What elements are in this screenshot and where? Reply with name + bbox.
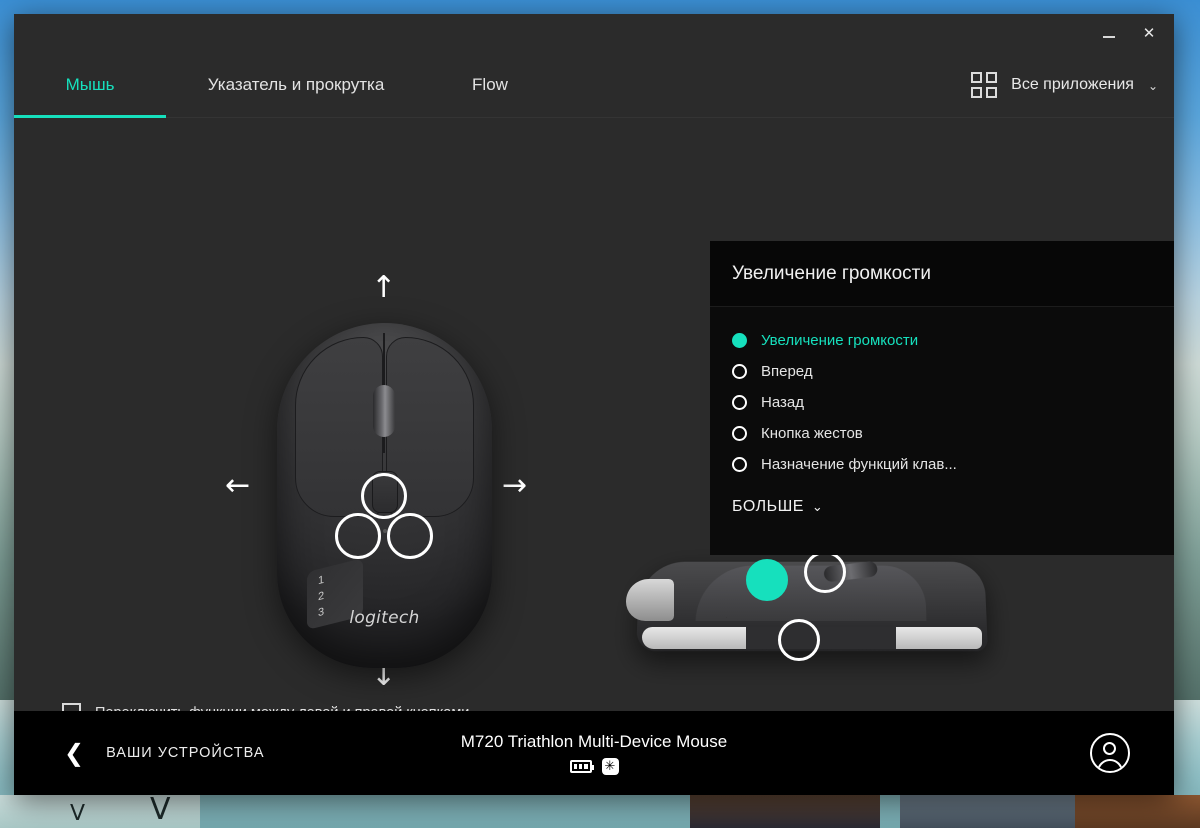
- mouse-side-base-dark: [746, 627, 896, 649]
- mouse-side-view: [626, 543, 996, 668]
- title-bar: ✕: [14, 14, 1174, 52]
- option-label: Вперед: [761, 363, 813, 380]
- assignment-panel: Увеличение громкости Увеличение громкост…: [710, 241, 1174, 555]
- radio-icon: [732, 395, 747, 410]
- chevron-down-icon: ⌄: [1147, 79, 1158, 93]
- all-applications-label: Все приложения: [1011, 76, 1134, 93]
- account-avatar-icon[interactable]: [1090, 733, 1130, 773]
- your-devices-back-link[interactable]: ❮ ВАШИ УСТРОЙСТВА: [64, 741, 265, 765]
- option-label: Назначение функций клав...: [761, 456, 957, 473]
- logitech-options-window: ✕ Мышь Указатель и прокрутка Flow Все пр…: [14, 14, 1174, 795]
- mouse-side-nose: [626, 579, 674, 621]
- avatar-body: [1097, 759, 1123, 771]
- channel-number-1: 1: [318, 573, 325, 588]
- option-label: Назад: [761, 394, 804, 411]
- chevron-down-icon: ⌄: [811, 499, 824, 514]
- radio-icon: [732, 333, 747, 348]
- marker-left-tilt-button[interactable]: [335, 513, 381, 559]
- tab-flow[interactable]: Flow: [426, 52, 554, 118]
- wallpaper-rock-1: [690, 795, 880, 828]
- tab-bar: Мышь Указатель и прокрутка Flow Все прил…: [14, 52, 1174, 118]
- marker-right-tilt-button[interactable]: [387, 513, 433, 559]
- option-label: Увеличение громкости: [761, 332, 919, 349]
- radio-icon: [732, 426, 747, 441]
- tab-flow-label: Flow: [472, 75, 508, 94]
- wallpaper-rock-2: [900, 795, 1080, 828]
- close-button[interactable]: ✕: [1132, 18, 1166, 48]
- marker-volume-up-button[interactable]: [746, 559, 788, 601]
- tab-pointer-scroll-label: Указатель и прокрутка: [207, 75, 385, 94]
- arrow-left-icon: ←: [225, 468, 251, 503]
- swap-buttons-row[interactable]: Переключить функции между левой и правой…: [62, 703, 469, 711]
- arrow-up-icon: ↑: [371, 270, 397, 305]
- wallpaper-bird-2: ᐯ: [150, 793, 171, 826]
- mouse-scroll-wheel-shape: [373, 385, 395, 437]
- panel-options-list: Увеличение громкости Вперед Назад Кнопка…: [710, 307, 1174, 516]
- battery-icon: [569, 759, 594, 773]
- minimize-button[interactable]: [1092, 18, 1126, 48]
- footer-bar: ❮ ВАШИ УСТРОЙСТВА M720 Triathlon Multi-D…: [14, 711, 1174, 795]
- tab-list: Мышь Указатель и прокрутка Flow: [14, 52, 554, 118]
- avatar-head: [1103, 742, 1116, 755]
- main-content: ↑ ↓ ← → 1 2 3 logitech Увеличение громко…: [14, 118, 1174, 711]
- grid-icon: [971, 72, 998, 98]
- channel-number-2: 2: [318, 589, 325, 604]
- panel-more-label: БОЛЬШЕ: [732, 498, 804, 515]
- tab-pointer-scroll[interactable]: Указатель и прокрутка: [166, 52, 426, 118]
- chevron-left-icon: ❮: [64, 739, 85, 767]
- wallpaper-shore: [0, 795, 200, 828]
- panel-title: Увеличение громкости: [710, 241, 1174, 307]
- marker-gesture-button[interactable]: [804, 551, 846, 593]
- marker-thumb-button[interactable]: [778, 619, 820, 661]
- all-applications-selector[interactable]: Все приложения ⌄: [971, 72, 1158, 98]
- tab-mouse[interactable]: Мышь: [14, 52, 166, 118]
- bluetooth-icon: ✳: [601, 757, 619, 775]
- option-label: Кнопка жестов: [761, 425, 863, 442]
- window-controls: ✕: [1092, 14, 1166, 52]
- option-gesture-button[interactable]: Кнопка жестов: [732, 418, 1174, 449]
- your-devices-label: ВАШИ УСТРОЙСТВА: [106, 745, 265, 761]
- wallpaper-rock-3: [1075, 795, 1200, 828]
- marker-wheel-button[interactable]: [361, 473, 407, 519]
- mouse-top-view: ↑ ↓ ← → 1 2 3 logitech: [219, 273, 549, 693]
- minimize-icon: [1103, 36, 1115, 38]
- option-volume-up[interactable]: Увеличение громкости: [732, 325, 1174, 356]
- swap-buttons-checkbox[interactable]: [62, 703, 81, 711]
- logitech-logo: logitech: [349, 608, 420, 628]
- tab-mouse-label: Мышь: [65, 75, 115, 94]
- panel-more-button[interactable]: БОЛЬШЕ ⌄: [732, 498, 1174, 516]
- wallpaper-bird-1: ᐯ: [70, 800, 86, 825]
- close-icon: ✕: [1142, 23, 1156, 42]
- arrow-right-icon: →: [502, 468, 528, 503]
- option-forward[interactable]: Вперед: [732, 356, 1174, 387]
- option-keystroke-assignment[interactable]: Назначение функций клав...: [732, 449, 1174, 480]
- option-back[interactable]: Назад: [732, 387, 1174, 418]
- radio-icon: [732, 364, 747, 379]
- radio-icon: [732, 457, 747, 472]
